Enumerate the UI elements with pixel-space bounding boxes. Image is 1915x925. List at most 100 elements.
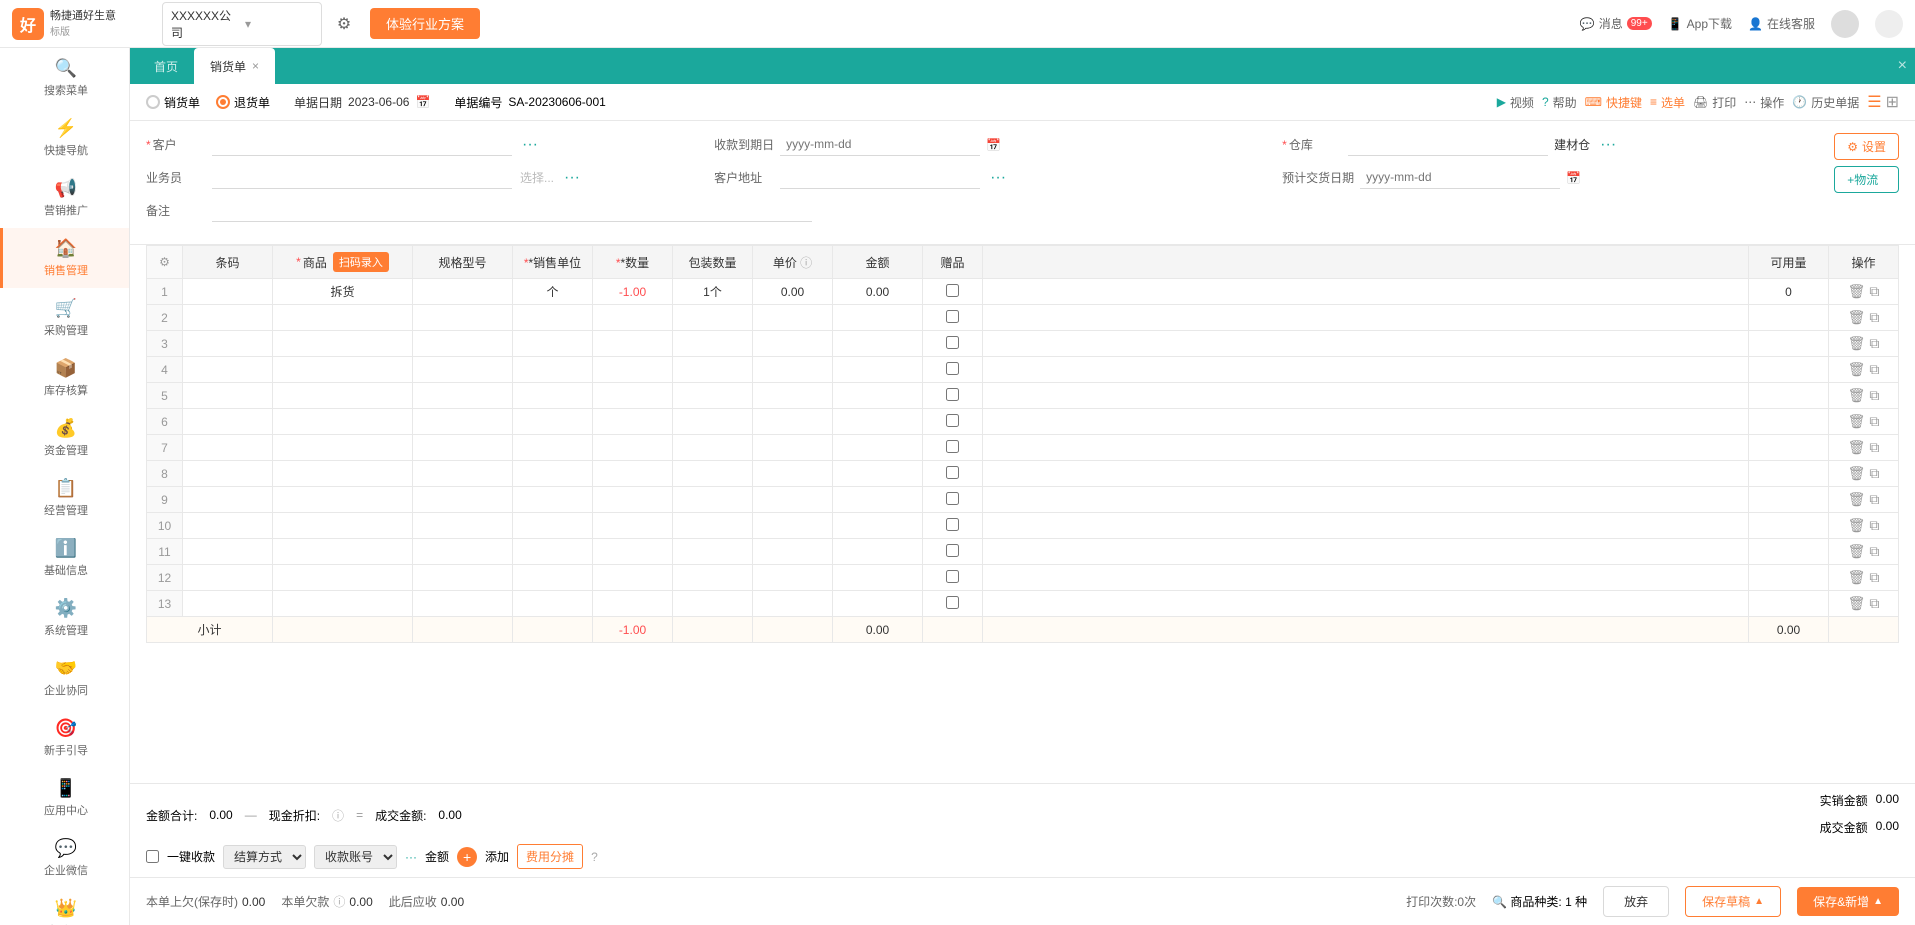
cell-gift[interactable] (923, 409, 983, 435)
gift-checkbox[interactable] (946, 388, 959, 401)
sidebar-item-apps[interactable]: 📱 应用中心 (0, 768, 129, 828)
gift-checkbox[interactable] (946, 570, 959, 583)
customer-addr-input[interactable] (780, 166, 980, 189)
cell-price[interactable] (753, 539, 833, 565)
calendar-icon[interactable]: 📅 (415, 95, 430, 109)
gift-checkbox[interactable] (946, 440, 959, 453)
spec-input[interactable] (421, 363, 504, 377)
delete-row-icon[interactable]: 🗑 (1848, 387, 1866, 404)
cell-price[interactable] (753, 565, 833, 591)
add-payment-button[interactable]: + (457, 847, 477, 867)
cell-price[interactable] (753, 487, 833, 513)
barcode-input[interactable] (191, 545, 264, 559)
spec-input[interactable] (421, 467, 504, 481)
spec-input[interactable] (421, 415, 504, 429)
delete-row-icon[interactable]: 🗑 (1848, 413, 1866, 430)
cell-gift[interactable] (923, 565, 983, 591)
payment-method-select[interactable]: 结算方式 (223, 845, 306, 869)
customer-addr-dots[interactable]: ··· (990, 169, 1006, 187)
cell-barcode[interactable] (183, 357, 273, 383)
cell-qty[interactable] (593, 461, 673, 487)
barcode-input[interactable] (191, 597, 264, 611)
delete-row-icon[interactable]: 🗑 (1848, 595, 1866, 612)
cell-gift[interactable] (923, 539, 983, 565)
settings-icon[interactable]: ⚙ (330, 10, 358, 38)
delete-row-icon[interactable]: 🗑 (1848, 335, 1866, 352)
gift-checkbox[interactable] (946, 414, 959, 427)
cell-price[interactable] (753, 513, 833, 539)
cell-spec[interactable] (413, 383, 513, 409)
barcode-input[interactable] (191, 285, 264, 299)
gift-checkbox[interactable] (946, 362, 959, 375)
tab-sales-order[interactable]: 销货单 × (194, 48, 275, 84)
cell-qty[interactable] (593, 305, 673, 331)
cell-remark[interactable] (983, 461, 1749, 487)
delete-row-icon[interactable]: 🗑 (1848, 517, 1866, 534)
sidebar-item-system[interactable]: ⚙️ 系统管理 (0, 588, 129, 648)
delete-row-icon[interactable]: 🗑 (1848, 309, 1866, 326)
price-info-icon[interactable]: ⓘ (800, 256, 812, 270)
copy-row-icon[interactable]: ⧉ (1869, 543, 1879, 560)
barcode-input[interactable] (191, 363, 264, 377)
spec-input[interactable] (421, 493, 504, 507)
action-help[interactable]: ? 帮助 (1542, 94, 1577, 111)
owed-info-icon[interactable]: ⓘ (333, 893, 345, 910)
copy-row-icon[interactable]: ⧉ (1869, 491, 1879, 508)
copy-row-icon[interactable]: ⧉ (1869, 569, 1879, 586)
gift-checkbox[interactable] (946, 336, 959, 349)
cell-remark[interactable] (983, 591, 1749, 617)
barcode-input[interactable] (191, 571, 264, 585)
cell-barcode[interactable] (183, 331, 273, 357)
save-new-button[interactable]: 保存&新增 ▲ (1797, 887, 1899, 916)
spec-input[interactable] (421, 571, 504, 585)
spec-input[interactable] (421, 519, 504, 533)
radio-return[interactable]: 退货单 (216, 94, 270, 111)
product-type-icon[interactable]: 🔍 (1492, 895, 1507, 909)
cell-barcode[interactable] (183, 565, 273, 591)
account-select[interactable]: 收款账号 (314, 845, 397, 869)
th-config[interactable]: ⚙ (147, 246, 183, 279)
spec-input[interactable] (421, 337, 504, 351)
payment-due-calendar-icon[interactable]: 📅 (986, 138, 1001, 152)
delete-row-icon[interactable]: 🗑 (1848, 283, 1866, 300)
warehouse-input[interactable] (1348, 133, 1548, 156)
cell-qty[interactable] (593, 539, 673, 565)
cell-gift[interactable] (923, 487, 983, 513)
cell-price[interactable] (753, 357, 833, 383)
cell-gift[interactable] (923, 383, 983, 409)
delete-row-icon[interactable]: 🗑 (1848, 361, 1866, 378)
user-avatar2[interactable] (1875, 10, 1903, 38)
cell-qty[interactable] (593, 487, 673, 513)
abandon-button[interactable]: 放弃 (1603, 886, 1669, 917)
cell-gift[interactable] (923, 305, 983, 331)
action-print[interactable]: 🖨 打印 (1693, 94, 1736, 111)
tab-bar-close-icon[interactable]: × (1898, 57, 1907, 75)
one-click-checkbox[interactable] (146, 850, 159, 863)
cell-barcode[interactable] (183, 279, 273, 305)
delete-row-icon[interactable]: 🗑 (1848, 491, 1866, 508)
spec-input[interactable] (421, 285, 504, 299)
spec-input[interactable] (421, 441, 504, 455)
trial-button[interactable]: 体验行业方案 (370, 8, 480, 39)
tab-close-icon[interactable]: × (252, 59, 259, 73)
salesman-input[interactable] (212, 166, 512, 189)
barcode-input[interactable] (191, 441, 264, 455)
copy-row-icon[interactable]: ⧉ (1869, 439, 1879, 456)
sidebar-item-wechat[interactable]: 💬 企业微信 (0, 828, 129, 888)
gift-checkbox[interactable] (946, 492, 959, 505)
cell-spec[interactable] (413, 279, 513, 305)
customer-input[interactable] (212, 133, 512, 156)
gift-checkbox[interactable] (946, 544, 959, 557)
warehouse-dots[interactable]: ··· (1600, 136, 1616, 154)
cell-qty[interactable] (593, 409, 673, 435)
delete-row-icon[interactable]: 🗑 (1848, 439, 1866, 456)
barcode-input[interactable] (191, 519, 264, 533)
cell-remark[interactable] (983, 331, 1749, 357)
cell-gift[interactable] (923, 331, 983, 357)
copy-row-icon[interactable]: ⧉ (1869, 413, 1879, 430)
copy-row-icon[interactable]: ⧉ (1869, 517, 1879, 534)
cell-gift[interactable] (923, 591, 983, 617)
gift-checkbox[interactable] (946, 518, 959, 531)
gift-checkbox[interactable] (946, 310, 959, 323)
cell-qty[interactable] (593, 565, 673, 591)
